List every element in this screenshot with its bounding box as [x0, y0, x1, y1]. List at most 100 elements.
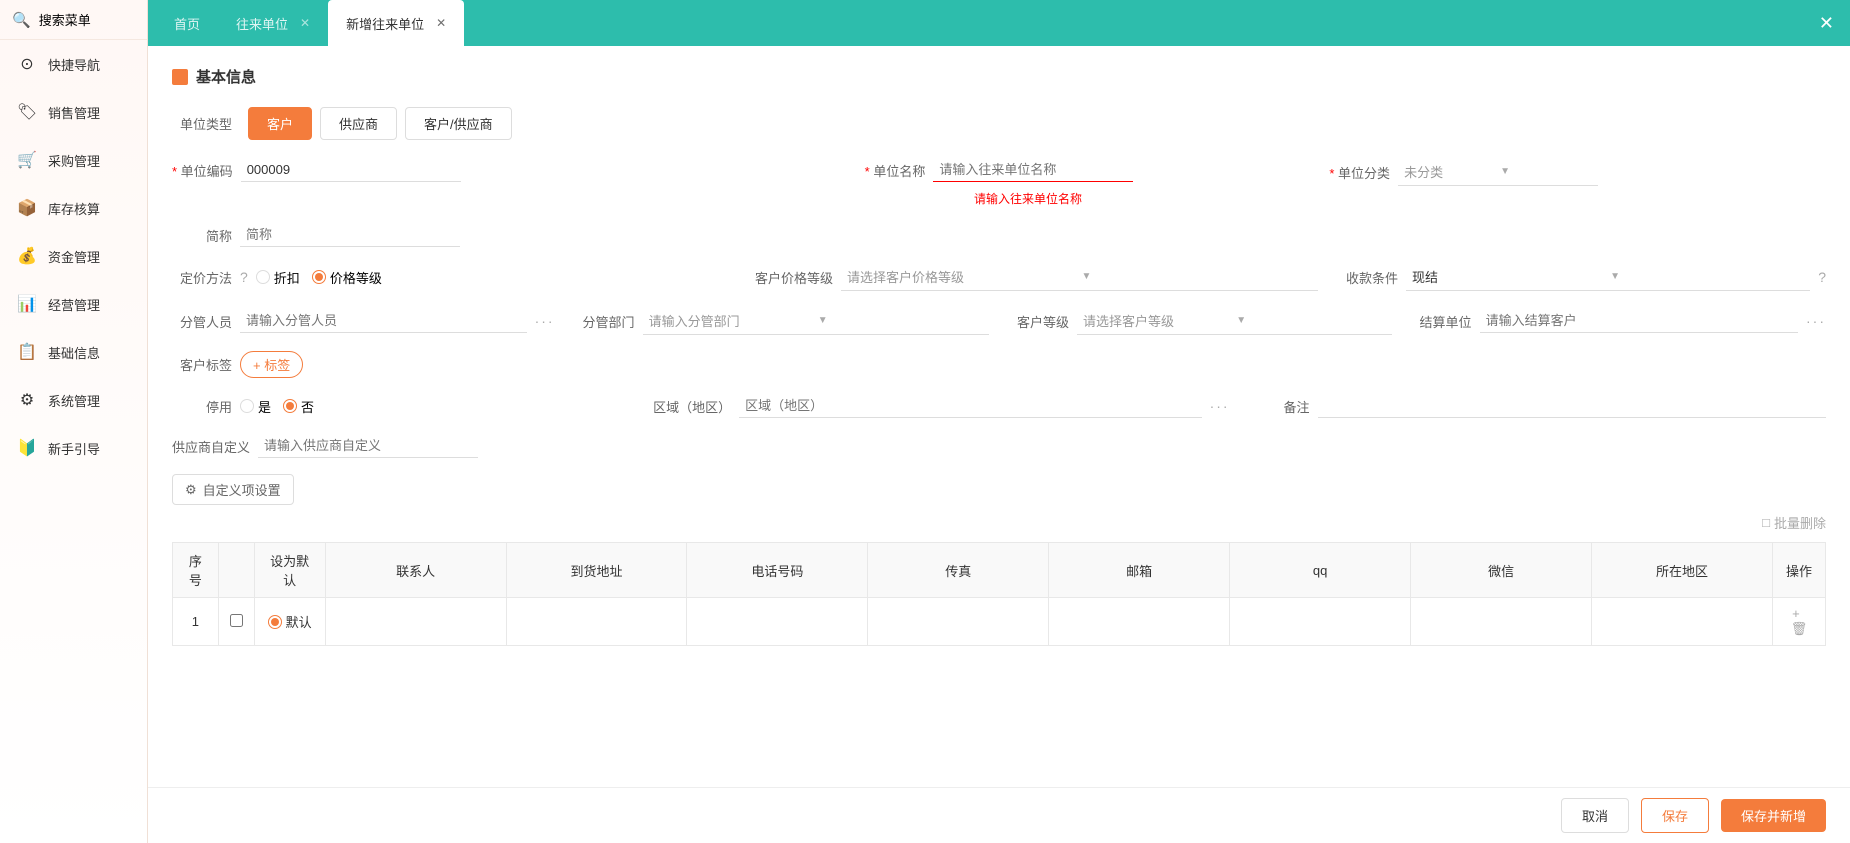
search-label: 搜索菜单 — [39, 10, 91, 29]
manager-input[interactable] — [240, 309, 527, 333]
sidebar-item-system[interactable]: ⚙ 系统管理 — [0, 376, 147, 424]
tab-new-partner[interactable]: 新增往来单位 ✕ — [328, 0, 464, 46]
form-group-customer-price: 客户价格等级 请选择客户价格等级 ▼ — [755, 263, 1318, 291]
custom-settings-btn[interactable]: ⚙ 自定义项设置 — [172, 474, 294, 505]
form-group-settlement: 结算单位 ··· — [1412, 309, 1826, 333]
search-menu[interactable]: 🔍 搜索菜单 — [0, 0, 147, 40]
tab-new-partner-close[interactable]: ✕ — [436, 16, 446, 30]
sidebar-item-quick-nav[interactable]: ⊙ 快捷导航 — [0, 40, 147, 88]
yes-radio[interactable] — [240, 399, 254, 413]
unit-type-supplier[interactable]: 供应商 — [320, 107, 397, 140]
sidebar-item-purchase[interactable]: 🛒 采购管理 — [0, 136, 147, 184]
row-region-input[interactable] — [1602, 614, 1762, 629]
code-input[interactable] — [241, 158, 461, 182]
form-group-code: 单位编码 — [172, 158, 669, 182]
add-row-btn[interactable]: + — [1792, 606, 1800, 621]
batch-delete-btn[interactable]: 批量删除 — [1774, 513, 1826, 532]
sidebar: 🔍 搜索菜单 ⊙ 快捷导航 🏷 销售管理 🛒 采购管理 📦 库存核算 💰 资金管… — [0, 0, 148, 843]
tab-partners[interactable]: 往来单位 ✕ — [218, 0, 328, 46]
fax-input[interactable] — [878, 614, 1038, 629]
form-group-customer-level: 客户等级 请选择客户等级 ▼ — [1009, 307, 1392, 335]
sidebar-item-guide[interactable]: 🔰 新手引导 — [0, 424, 147, 472]
supplier-custom-input[interactable] — [258, 434, 478, 458]
disabled-label: 停用 — [172, 397, 232, 416]
row-address[interactable] — [506, 598, 687, 646]
customer-level-select[interactable]: 请选择客户等级 ▼ — [1077, 307, 1392, 335]
default-radio[interactable] — [268, 615, 282, 629]
category-select[interactable]: 未分类 ▼ — [1398, 158, 1598, 186]
unit-type-row: 单位类型 客户 供应商 客户/供应商 — [172, 107, 1826, 140]
row-region[interactable] — [1592, 598, 1773, 646]
qq-input[interactable] — [1240, 614, 1400, 629]
basic-info-icon: 📋 — [16, 342, 38, 362]
save-new-button[interactable]: 保存并新增 — [1721, 799, 1826, 832]
short-name-input[interactable] — [240, 223, 460, 247]
code-label: 单位编码 — [172, 161, 233, 180]
row-default: 默认 — [254, 598, 325, 646]
note-input[interactable] — [1318, 394, 1826, 418]
default-radio-item[interactable]: 默认 — [265, 612, 315, 631]
delete-row-btn[interactable]: 🗑 — [1791, 621, 1808, 636]
sidebar-item-sales[interactable]: 🏷 销售管理 — [0, 88, 147, 136]
sidebar-item-operations[interactable]: 📊 经营管理 — [0, 280, 147, 328]
form-row-pricing: 定价方法 ? 折扣 价格等级 客户价格等级 请选择客户价格等级 — [172, 263, 1826, 291]
row-fax[interactable] — [868, 598, 1049, 646]
customer-price-label: 客户价格等级 — [755, 268, 833, 287]
pricing-help-icon[interactable]: ? — [240, 269, 248, 285]
manager-more-btn[interactable]: ··· — [535, 313, 555, 329]
disabled-no-option[interactable]: 否 — [283, 397, 314, 416]
row-email[interactable] — [1049, 598, 1230, 646]
add-tag-btn[interactable]: + 标签 — [240, 351, 303, 378]
wechat-input[interactable] — [1421, 614, 1581, 629]
discount-radio[interactable] — [256, 270, 270, 284]
close-all-tabs[interactable]: ✕ — [1811, 9, 1842, 38]
chevron-down-icon: ▼ — [1236, 315, 1385, 326]
sidebar-item-label: 新手引导 — [48, 439, 100, 458]
row-wechat[interactable] — [1411, 598, 1592, 646]
row-action: + 🗑 — [1772, 598, 1825, 646]
settlement-more-btn[interactable]: ··· — [1806, 313, 1826, 329]
customer-price-select[interactable]: 请选择客户价格等级 ▼ — [841, 263, 1318, 291]
region-input[interactable] — [739, 394, 1201, 418]
address-input[interactable] — [517, 614, 677, 629]
row-qq[interactable] — [1230, 598, 1411, 646]
form-group-supplier-custom: 供应商自定义 — [172, 434, 639, 458]
no-radio[interactable] — [283, 399, 297, 413]
tab-home[interactable]: 首页 — [156, 0, 218, 46]
sidebar-item-basic-info[interactable]: 📋 基础信息 — [0, 328, 147, 376]
sidebar-item-finance[interactable]: 💰 资金管理 — [0, 232, 147, 280]
settlement-input[interactable] — [1480, 309, 1798, 333]
row-contact[interactable] — [325, 598, 506, 646]
col-region: 所在地区 — [1592, 543, 1773, 598]
row-index: 1 — [173, 598, 219, 646]
col-address: 到货地址 — [506, 543, 687, 598]
tab-partners-close[interactable]: ✕ — [300, 16, 310, 30]
sidebar-item-inventory[interactable]: 📦 库存核算 — [0, 184, 147, 232]
unit-type-both[interactable]: 客户/供应商 — [405, 107, 512, 140]
payment-help-icon[interactable]: ? — [1818, 269, 1826, 285]
email-input[interactable] — [1059, 614, 1219, 629]
price-level-radio[interactable] — [312, 270, 326, 284]
phone-input[interactable] — [697, 614, 857, 629]
dept-select[interactable]: 请输入分管部门 ▼ — [643, 307, 989, 335]
row-checkbox[interactable] — [230, 614, 243, 627]
name-input[interactable] — [933, 158, 1133, 182]
save-button[interactable]: 保存 — [1641, 798, 1709, 833]
pricing-level-option[interactable]: 价格等级 — [312, 268, 382, 287]
payment-select[interactable]: 现结 ▼ — [1406, 263, 1810, 291]
col-action: 操作 — [1772, 543, 1825, 598]
row-phone[interactable] — [687, 598, 868, 646]
disabled-yes-option[interactable]: 是 — [240, 397, 271, 416]
operations-icon: 📊 — [16, 294, 38, 314]
pricing-discount-option[interactable]: 折扣 — [256, 268, 300, 287]
unit-type-customer[interactable]: 客户 — [248, 107, 312, 140]
region-more-btn[interactable]: ··· — [1210, 398, 1230, 414]
cancel-button[interactable]: 取消 — [1561, 798, 1629, 833]
name-error-msg: 请输入往来单位名称 — [974, 192, 1082, 206]
quick-nav-icon: ⊙ — [16, 54, 38, 74]
contact-input[interactable] — [336, 614, 496, 629]
dept-label: 分管部门 — [575, 312, 635, 331]
col-default: 设为默认 — [254, 543, 325, 598]
tag-label: 客户标签 — [172, 355, 232, 374]
sidebar-item-label: 经营管理 — [48, 295, 100, 314]
